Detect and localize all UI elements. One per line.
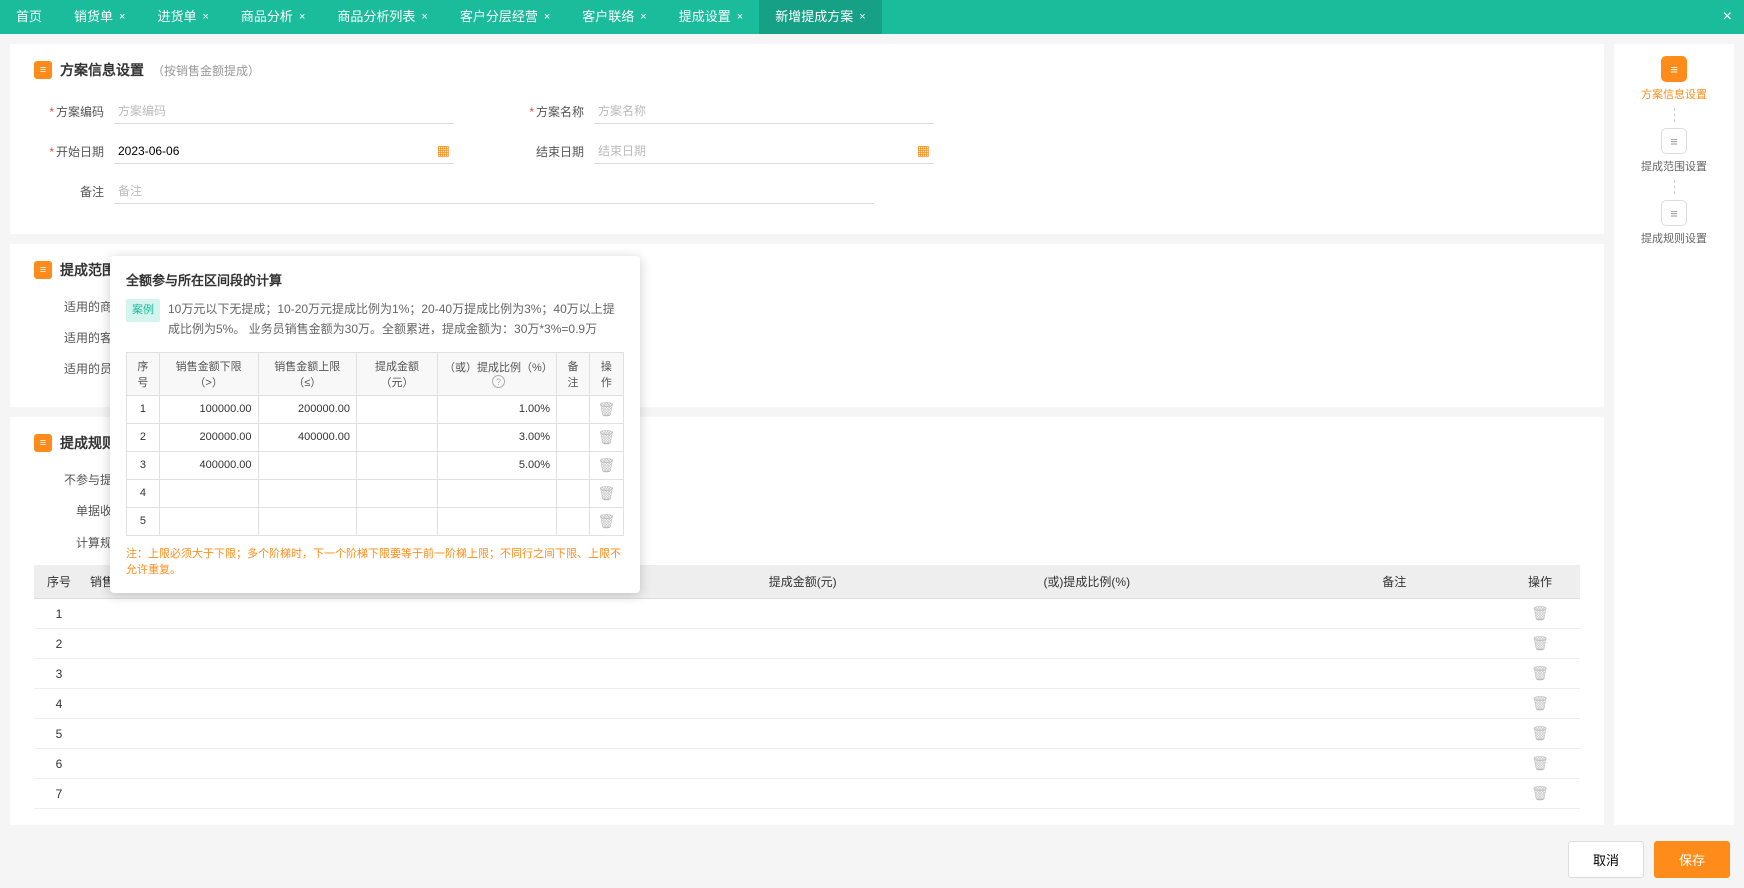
- tab-新增提成方案[interactable]: 新增提成方案×: [759, 0, 881, 34]
- tab-首页[interactable]: 首页: [0, 0, 58, 34]
- section-subtitle: （按销售金额提成）: [152, 62, 260, 79]
- cancel-button[interactable]: 取消: [1568, 841, 1644, 878]
- table-header: 备注: [1376, 565, 1500, 599]
- label-scheme-code: *方案编码: [34, 103, 104, 120]
- tooltip-table-row: 2200000.00400000.003.00%🗑: [127, 423, 624, 451]
- tooltip-table-row: 3400000.005.00%🗑: [127, 451, 624, 479]
- input-scheme-code[interactable]: [114, 98, 454, 124]
- label-scheme-name: *方案名称: [514, 103, 584, 120]
- delete-icon[interactable]: 🗑: [598, 513, 616, 529]
- tab-close-icon[interactable]: ×: [202, 0, 208, 34]
- tooltip-note: 注：上限必须大于下限；多个阶梯时，下一个阶梯下限要等于前一阶梯上限；不同行之间下…: [126, 546, 624, 579]
- section-icon: ≡: [34, 434, 52, 452]
- tab-进货单[interactable]: 进货单×: [141, 0, 224, 34]
- tooltip-table-header: 销售金额下限（>）: [159, 352, 258, 395]
- tooltip-table-row: 4🗑: [127, 479, 624, 507]
- tab-销货单[interactable]: 销货单×: [58, 0, 141, 34]
- step-label: 提成规则设置: [1641, 230, 1707, 246]
- step-icon: ≡: [1661, 128, 1687, 154]
- step-label: 方案信息设置: [1641, 86, 1707, 102]
- tab-商品分析列表[interactable]: 商品分析列表×: [321, 0, 443, 34]
- section-title: 方案信息设置: [60, 60, 144, 80]
- delete-icon[interactable]: 🗑: [1531, 725, 1549, 741]
- panel-scheme-info: ≡ 方案信息设置 （按销售金额提成） *方案编码 *方案名称 *开始日期: [10, 44, 1604, 234]
- table-header: 操作: [1500, 565, 1580, 599]
- section-icon: ≡: [34, 61, 52, 79]
- delete-icon[interactable]: 🗑: [598, 429, 616, 445]
- tooltip-title: 全额参与所在区间段的计算: [126, 270, 624, 289]
- tab-客户联络[interactable]: 客户联络×: [566, 0, 662, 34]
- panel-title-scheme-info: ≡ 方案信息设置 （按销售金额提成）: [34, 60, 1580, 80]
- side-step-提成规则设置[interactable]: ≡ 提成规则设置: [1641, 200, 1707, 246]
- delete-icon[interactable]: 🗑: [1531, 755, 1549, 771]
- tooltip-table-header: 备注: [557, 352, 590, 395]
- tooltip-table-header: 序号: [127, 352, 160, 395]
- tooltip-example-popup: 全额参与所在区间段的计算 案例 10万元以下无提成；10-20万元提成比例为1%…: [110, 256, 640, 593]
- table-row[interactable]: 3🗑: [34, 659, 1580, 689]
- label-remark: 备注: [34, 183, 104, 200]
- tooltip-table: 序号销售金额下限（>）销售金额上限（≤）提成金额（元）（或）提成比例（%）?备注…: [126, 352, 624, 536]
- side-step-nav: ≡ 方案信息设置 ≡ 提成范围设置 ≡ 提成规则设置: [1614, 44, 1734, 825]
- side-step-方案信息设置[interactable]: ≡ 方案信息设置: [1641, 56, 1707, 102]
- tooltip-table-header: 操作: [589, 352, 623, 395]
- input-end-date[interactable]: [594, 138, 934, 164]
- tooltip-table-row: 1100000.00200000.001.00%🗑: [127, 395, 624, 423]
- footer-bar: 取消 保存: [1554, 831, 1744, 888]
- table-header: 序号: [34, 565, 84, 599]
- table-row[interactable]: 5🗑: [34, 719, 1580, 749]
- tab-close-icon[interactable]: ×: [737, 0, 743, 34]
- step-label: 提成范围设置: [1641, 158, 1707, 174]
- table-row[interactable]: 4🗑: [34, 689, 1580, 719]
- tab-bar: 首页销货单×进货单×商品分析×商品分析列表×客户分层经营×客户联络×提成设置×新…: [0, 0, 1744, 34]
- delete-icon[interactable]: 🗑: [1531, 605, 1549, 621]
- calendar-icon[interactable]: ▦: [917, 142, 930, 159]
- step-icon: ≡: [1661, 200, 1687, 226]
- label-start-date: *开始日期: [34, 143, 104, 160]
- rule-table: 序号销售金额下限(>)销售金额上限(≤)提成金额(元)(或)提成比例(%)备注操…: [34, 565, 1580, 809]
- delete-icon[interactable]: 🗑: [598, 401, 616, 417]
- tab-提成设置[interactable]: 提成设置×: [663, 0, 759, 34]
- delete-icon[interactable]: 🗑: [598, 457, 616, 473]
- label-end-date: 结束日期: [514, 143, 584, 160]
- tab-close-icon[interactable]: ×: [119, 0, 125, 34]
- tab-close-icon[interactable]: ×: [640, 0, 646, 34]
- save-button[interactable]: 保存: [1654, 841, 1730, 878]
- tooltip-table-header: 销售金额上限（≤）: [258, 352, 356, 395]
- example-text: 10万元以下无提成；10-20万元提成比例为1%；20-40万提成比例为3%；4…: [168, 299, 624, 340]
- tab-close-icon[interactable]: ×: [299, 0, 305, 34]
- example-tag: 案例: [126, 299, 160, 322]
- section-icon: ≡: [34, 261, 52, 279]
- delete-icon[interactable]: 🗑: [1531, 695, 1549, 711]
- table-header: (或)提成比例(%): [1037, 565, 1376, 599]
- step-icon: ≡: [1661, 56, 1687, 82]
- input-remark[interactable]: [114, 178, 874, 204]
- input-scheme-name[interactable]: [594, 98, 934, 124]
- close-all-tabs-icon[interactable]: ×: [1723, 8, 1732, 26]
- tooltip-table-header: （或）提成比例（%）?: [438, 352, 557, 395]
- tooltip-table-row: 5🗑: [127, 507, 624, 535]
- tab-商品分析[interactable]: 商品分析×: [225, 0, 321, 34]
- delete-icon[interactable]: 🗑: [598, 485, 616, 501]
- table-header: 提成金额(元): [763, 565, 1038, 599]
- delete-icon[interactable]: 🗑: [1531, 665, 1549, 681]
- tab-客户分层经营[interactable]: 客户分层经营×: [444, 0, 566, 34]
- delete-icon[interactable]: 🗑: [1531, 785, 1549, 801]
- side-step-提成范围设置[interactable]: ≡ 提成范围设置: [1641, 128, 1707, 174]
- table-row[interactable]: 7🗑: [34, 779, 1580, 809]
- table-row[interactable]: 2🗑: [34, 629, 1580, 659]
- table-row[interactable]: 1🗑: [34, 599, 1580, 629]
- tooltip-table-header: 提成金额（元）: [357, 352, 438, 395]
- tab-close-icon[interactable]: ×: [421, 0, 427, 34]
- tab-close-icon[interactable]: ×: [859, 0, 865, 34]
- input-start-date[interactable]: [114, 138, 454, 164]
- help-icon[interactable]: ?: [492, 375, 505, 388]
- delete-icon[interactable]: 🗑: [1531, 635, 1549, 651]
- calendar-icon[interactable]: ▦: [437, 142, 450, 159]
- table-row[interactable]: 6🗑: [34, 749, 1580, 779]
- tab-close-icon[interactable]: ×: [544, 0, 550, 34]
